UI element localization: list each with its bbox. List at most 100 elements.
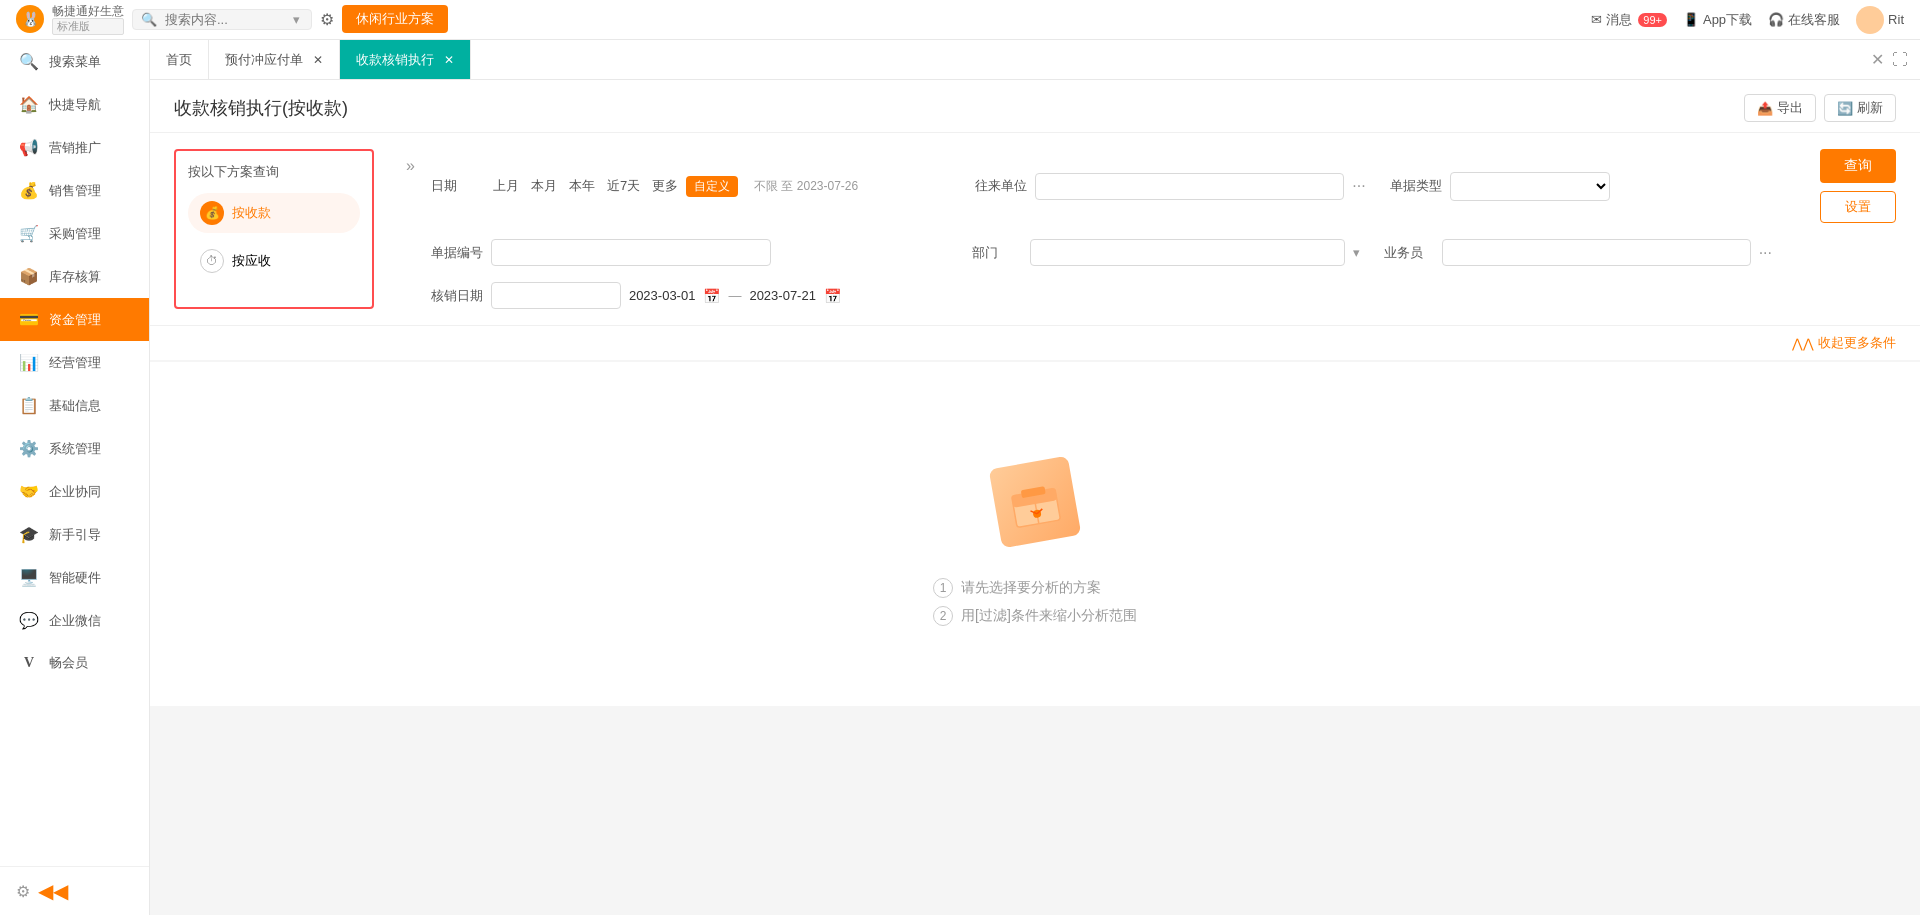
- sidebar-item-search[interactable]: 🔍 搜索菜单: [0, 40, 149, 83]
- sidebar-item-member[interactable]: V 畅会员: [0, 642, 149, 684]
- more-conditions-label: 收起更多条件: [1818, 334, 1896, 352]
- empty-box-icon: [989, 456, 1082, 549]
- app-download-item[interactable]: 📱 App下载: [1683, 11, 1752, 29]
- close-window-icon[interactable]: ✕: [1871, 50, 1884, 69]
- more-conditions-button[interactable]: ⋀⋀ 收起更多条件: [1792, 334, 1896, 352]
- filter-option-by-receipt[interactable]: 💰 按收款: [188, 193, 360, 233]
- industry-solution-button[interactable]: 休闲行业方案: [342, 5, 448, 33]
- date-no-limit: 不限 至 2023-07-26: [754, 178, 858, 195]
- sidebar-item-label: 系统管理: [49, 440, 101, 458]
- close-tab-prepay[interactable]: ✕: [313, 53, 323, 67]
- search-input[interactable]: [165, 12, 285, 27]
- export-button[interactable]: 📤 导出: [1744, 94, 1816, 122]
- sidebar-item-business[interactable]: 📊 经营管理: [0, 341, 149, 384]
- search-icon: 🔍: [19, 52, 39, 71]
- tab-prepay[interactable]: 预付冲应付单 ✕: [209, 40, 340, 79]
- topbar-left: 🐰 畅捷通好生意 标准版 🔍 ▾ ⚙ 休闲行业方案: [16, 4, 448, 36]
- filter-left-panel: 按以下方案查询 💰 按收款 ⏱ 按应收: [174, 149, 374, 309]
- date-btn-last-month[interactable]: 上月: [489, 175, 523, 197]
- sidebar-item-label: 资金管理: [49, 311, 101, 329]
- message-label: 消息: [1606, 11, 1632, 29]
- gear-icon[interactable]: ⚙: [320, 10, 334, 29]
- tab-actions: ✕ ⛶: [1859, 50, 1920, 69]
- date-btn-this-year[interactable]: 本年: [565, 175, 599, 197]
- page-header-actions: 📤 导出 🔄 刷新: [1744, 94, 1896, 122]
- app-logo: 🐰: [16, 5, 44, 33]
- page-header: 收款核销执行(按收款) 📤 导出 🔄 刷新: [150, 80, 1920, 133]
- close-tab-receivable[interactable]: ✕: [444, 53, 454, 67]
- sidebar-item-wechat[interactable]: 💬 企业微信: [0, 599, 149, 642]
- sidebar-item-label: 经营管理: [49, 354, 101, 372]
- settings-icon[interactable]: ⚙: [16, 882, 30, 901]
- tab-receivable[interactable]: 收款核销执行 ✕: [340, 40, 471, 79]
- salesman-input[interactable]: [1442, 239, 1751, 266]
- date-btn-7days[interactable]: 近7天: [603, 175, 644, 197]
- maximize-icon[interactable]: ⛶: [1892, 51, 1908, 69]
- sidebar-item-marketing[interactable]: 📢 营销推广: [0, 126, 149, 169]
- collapse-sidebar-button[interactable]: ◀◀: [38, 879, 68, 903]
- finance-icon: 💳: [19, 310, 39, 329]
- content-area: 首页 预付冲应付单 ✕ 收款核销执行 ✕ ✕ ⛶ 收款核销执行(按收款): [150, 40, 1920, 915]
- sidebar-item-label: 新手引导: [49, 526, 101, 544]
- dept-label: 部门: [972, 244, 1022, 262]
- hardware-icon: 🖥️: [19, 568, 39, 587]
- user-area[interactable]: Rit: [1856, 6, 1904, 34]
- date-range: 2023-03-01 📅 — 2023-07-21 📅: [491, 282, 841, 309]
- collapse-filter-button[interactable]: »: [406, 157, 415, 175]
- system-icon: ⚙️: [19, 439, 39, 458]
- dept-input[interactable]: [1030, 239, 1345, 266]
- doc-no-input[interactable]: [491, 239, 771, 266]
- message-item[interactable]: ✉ 消息 99+: [1591, 11, 1667, 29]
- partner-dots[interactable]: ···: [1352, 177, 1365, 195]
- search-bar[interactable]: 🔍 ▾: [132, 9, 312, 30]
- sidebar-item-guide[interactable]: 🎓 新手引导: [0, 513, 149, 556]
- verify-date-start-input[interactable]: [491, 282, 621, 309]
- refresh-button[interactable]: 🔄 刷新: [1824, 94, 1896, 122]
- service-icon: 🎧: [1768, 12, 1784, 27]
- sidebar-item-inventory[interactable]: 📦 库存核算: [0, 255, 149, 298]
- message-icon: ✉: [1591, 12, 1602, 27]
- calendar-end-icon[interactable]: 📅: [824, 288, 841, 304]
- filter-area: 按以下方案查询 💰 按收款 ⏱ 按应收 »: [150, 133, 1920, 325]
- sidebar-item-hardware[interactable]: 🖥️ 智能硬件: [0, 556, 149, 599]
- sidebar-item-system[interactable]: ⚙️ 系统管理: [0, 427, 149, 470]
- brand-name: 畅捷通好生意: [52, 4, 124, 18]
- sidebar-item-label: 企业微信: [49, 612, 101, 630]
- username: Rit: [1888, 12, 1904, 27]
- sidebar-item-purchase[interactable]: 🛒 采购管理: [0, 212, 149, 255]
- filter-row-3: 核销日期 2023-03-01 📅 — 2023-07-21 📅: [431, 282, 1896, 309]
- filter-option-by-receivable[interactable]: ⏱ 按应收: [188, 241, 360, 281]
- empty-step-1: 1 请先选择要分析的方案: [933, 578, 1137, 598]
- query-actions: 查询 设置: [1820, 149, 1896, 223]
- filter-left-title: 按以下方案查询: [188, 163, 360, 181]
- edition-label: 标准版: [52, 18, 124, 35]
- tab-home[interactable]: 首页: [150, 40, 209, 79]
- setting-button[interactable]: 设置: [1820, 191, 1896, 223]
- calendar-start-icon[interactable]: 📅: [703, 288, 720, 304]
- marketing-icon: 📢: [19, 138, 39, 157]
- sidebar-item-label: 企业协同: [49, 483, 101, 501]
- salesman-dots[interactable]: ···: [1759, 244, 1772, 262]
- doc-type-select[interactable]: [1450, 172, 1610, 201]
- sidebar-item-sales[interactable]: 💰 销售管理: [0, 169, 149, 212]
- sidebar-item-enterprise[interactable]: 🤝 企业协同: [0, 470, 149, 513]
- date-btn-this-month[interactable]: 本月: [527, 175, 561, 197]
- query-button[interactable]: 查询: [1820, 149, 1896, 183]
- online-service-label: 在线客服: [1788, 11, 1840, 29]
- sidebar-item-finance[interactable]: 💳 资金管理: [0, 298, 149, 341]
- salesman-label: 业务员: [1384, 244, 1434, 262]
- date-btn-custom[interactable]: 自定义: [686, 176, 738, 197]
- date-btn-more[interactable]: 更多: [648, 175, 682, 197]
- sidebar-item-quick-nav[interactable]: 🏠 快捷导航: [0, 83, 149, 126]
- sidebar-item-label: 基础信息: [49, 397, 101, 415]
- receipt-icon: 💰: [200, 201, 224, 225]
- partner-input[interactable]: [1035, 173, 1344, 200]
- sidebar-item-basic-info[interactable]: 📋 基础信息: [0, 384, 149, 427]
- verify-date-start-display: 2023-03-01: [629, 288, 696, 303]
- avatar: [1856, 6, 1884, 34]
- dept-chevron-icon: ▾: [1353, 245, 1360, 260]
- step-num-1: 1: [933, 578, 953, 598]
- online-service-item[interactable]: 🎧 在线客服: [1768, 11, 1840, 29]
- app-download-label: App下载: [1703, 11, 1752, 29]
- tab-receivable-label: 收款核销执行: [356, 51, 434, 69]
